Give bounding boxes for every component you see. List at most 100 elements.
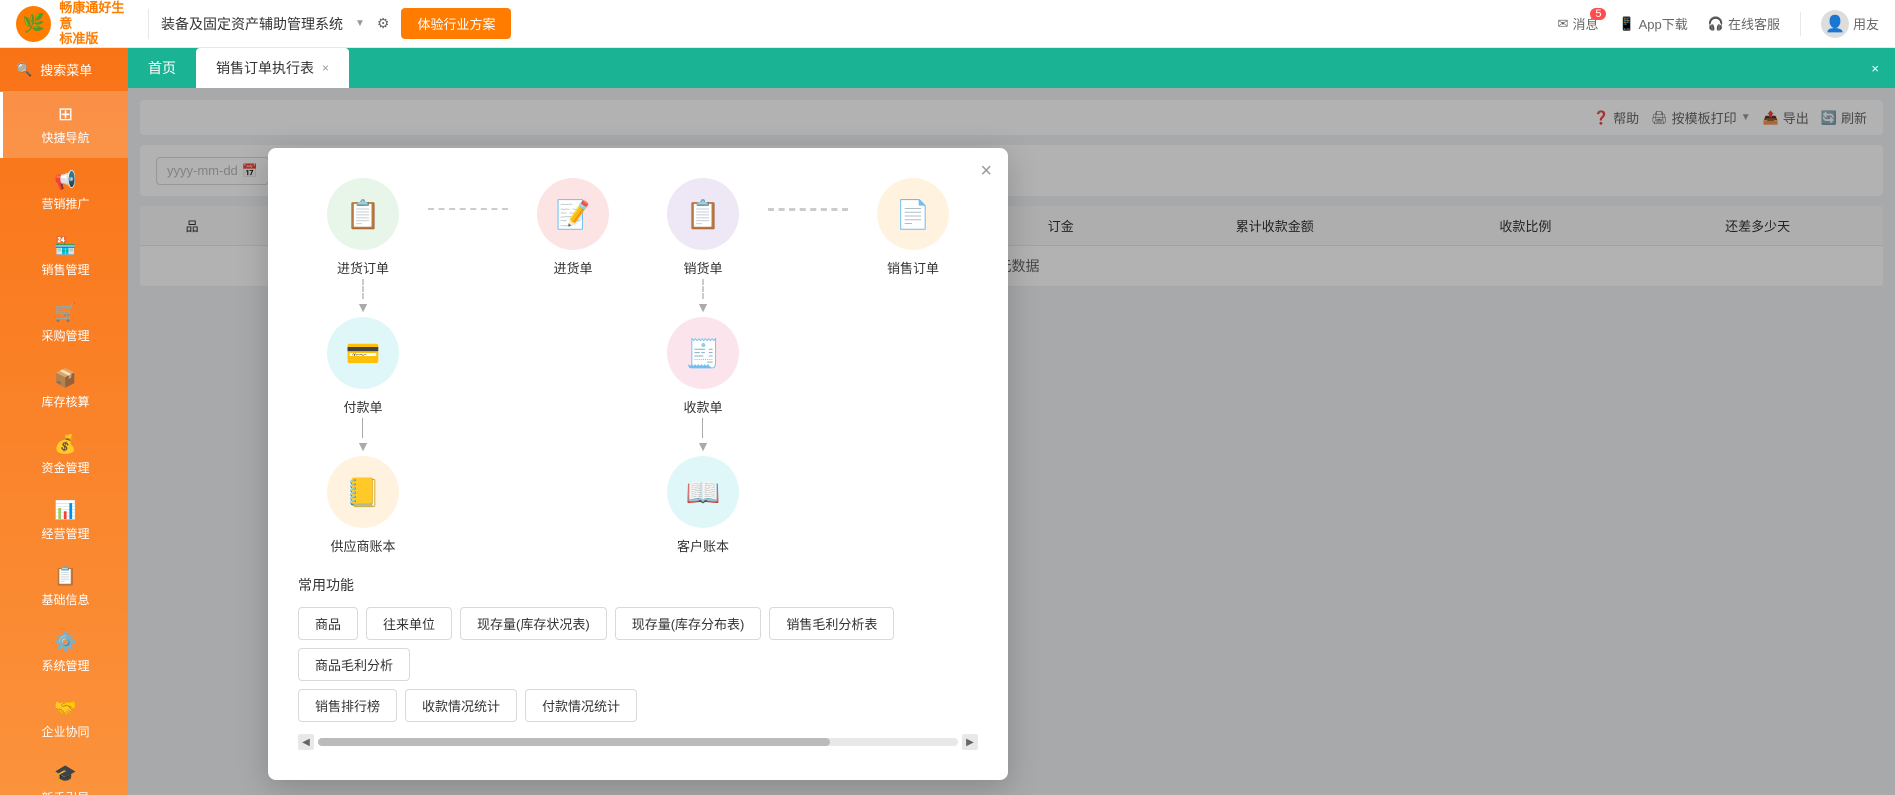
tab-home[interactable]: 首页 xyxy=(128,48,196,88)
down-arrow-4: ▼ xyxy=(696,438,710,454)
close-all-button[interactable]: × xyxy=(1855,61,1895,76)
enterprise-icon: 🤝 xyxy=(54,698,76,719)
online-service-button[interactable]: 🎧 在线客服 xyxy=(1708,14,1780,33)
download-icon: 📱 xyxy=(1618,16,1634,32)
flow-node-purchase-order[interactable]: 📋 进货订单 xyxy=(298,178,428,277)
scroll-thumb xyxy=(318,738,830,746)
sidebar-item-operation[interactable]: 📊 经营管理 xyxy=(0,488,128,554)
func-btn-payment-stat[interactable]: 付款情况统计 xyxy=(525,689,637,722)
message-icon: ✉ xyxy=(1558,16,1569,32)
content-area: 首页 销售订单执行表 × × ❓ 帮助 🖨 xyxy=(128,48,1895,795)
sidebar-item-finance[interactable]: 💰 资金管理 xyxy=(0,422,128,488)
sidebar-item-sales[interactable]: 🏪 销售管理 xyxy=(0,224,128,290)
flow-node-sales-order[interactable]: 📄 销售订单 xyxy=(848,178,978,277)
payment-label: 付款单 xyxy=(343,397,382,416)
supplier-icon: 📒 xyxy=(327,456,399,528)
message-badge: 5 xyxy=(1590,8,1606,20)
common-functions-section: 常用功能 商品 往来单位 现存量(库存状况表) 现存量(库存分布表) 销售毛利分… xyxy=(298,575,978,722)
trial-button[interactable]: 体验行业方案 xyxy=(401,8,511,39)
func-btn-stock-dist[interactable]: 现存量(库存分布表) xyxy=(615,607,762,640)
sidebar-item-basic[interactable]: 📋 基础信息 xyxy=(0,554,128,620)
sidebar-item-marketing[interactable]: 📢 营销推广 xyxy=(0,158,128,224)
marketing-icon: 📢 xyxy=(54,170,76,191)
supplier-label: 供应商账本 xyxy=(330,536,395,555)
sales-bill-icon: 📋 xyxy=(667,178,739,250)
purchase-order-label: 进货订单 xyxy=(337,258,389,277)
sales-bill-label: 销货单 xyxy=(683,258,722,277)
search-menu-button[interactable]: 🔍 搜索菜单 xyxy=(0,48,128,92)
down-arrow-1: ▼ xyxy=(356,299,370,315)
modal-overlay[interactable]: × 📋 进货订单 xyxy=(128,88,1895,795)
down-arrow-3: ▼ xyxy=(356,438,370,454)
receipt-label: 收款单 xyxy=(683,397,722,416)
sidebar-item-inventory[interactable]: 📦 库存核算 xyxy=(0,356,128,422)
sidebar-item-purchase[interactable]: 🛒 采购管理 xyxy=(0,290,128,356)
h-arrow-1 xyxy=(428,208,508,210)
func-btn-sales-gross[interactable]: 销售毛利分析表 xyxy=(769,607,894,640)
down-arrow-2: ▼ xyxy=(696,299,710,315)
tab-sales-exec[interactable]: 销售订单执行表 × xyxy=(196,48,349,88)
flow-node-sales-bill[interactable]: 📋 销货单 xyxy=(638,178,768,277)
scroll-track[interactable] xyxy=(318,738,958,746)
func-btn-stock-status[interactable]: 现存量(库存状况表) xyxy=(460,607,607,640)
sales-order-icon: 📄 xyxy=(877,178,949,250)
purchase-bill-icon: 📝 xyxy=(537,178,609,250)
sidebar-item-system[interactable]: ⚙️ 系统管理 xyxy=(0,620,128,686)
flow-node-supplier[interactable]: 📒 供应商账本 xyxy=(298,456,428,555)
flow-node-payment[interactable]: 💳 付款单 xyxy=(298,317,428,416)
finance-icon: 💰 xyxy=(54,434,76,455)
settings-icon[interactable]: ⚙ xyxy=(377,15,390,32)
user-name: 用友 xyxy=(1853,14,1879,33)
modal-scrollbar[interactable]: ◀ ▶ xyxy=(298,734,978,750)
sales-order-label: 销售订单 xyxy=(887,258,939,277)
function-buttons-row2: 销售排行榜 收款情况统计 付款情况统计 xyxy=(298,689,978,722)
operation-icon: 📊 xyxy=(54,500,76,521)
sidebar: 🔍 搜索菜单 ⊞ 快捷导航 📢 营销推广 🏪 销售管理 🛒 采购管理 📦 xyxy=(0,48,128,795)
purchase-bill-label: 进货单 xyxy=(553,258,592,277)
customer-label: 客户账本 xyxy=(677,536,729,555)
func-btn-product[interactable]: 商品 xyxy=(298,607,358,640)
system-title: 装备及固定资产辅助管理系统 xyxy=(161,14,343,34)
quick-nav-modal: × 📋 进货订单 xyxy=(268,148,1008,780)
func-btn-receipt-stat[interactable]: 收款情况统计 xyxy=(405,689,517,722)
func-btn-sales-rank[interactable]: 销售排行榜 xyxy=(298,689,397,722)
system-title-dropdown[interactable]: ▼ xyxy=(355,18,365,29)
tab-close-icon[interactable]: × xyxy=(322,61,329,75)
sidebar-item-quick-nav[interactable]: ⊞ 快捷导航 xyxy=(0,92,128,158)
app-download-button[interactable]: 📱 App下载 xyxy=(1618,14,1687,33)
page-content: ❓ 帮助 🖨 按模板打印 ▼ 📤 导出 🔄 刷新 xyxy=(128,88,1895,795)
modal-close-button[interactable]: × xyxy=(980,160,992,183)
logo-icon: 🌿 xyxy=(16,6,51,42)
flow-node-receipt[interactable]: 🧾 收款单 xyxy=(638,317,768,416)
logo-text: 畅康通好生意 标准版 xyxy=(59,0,136,47)
func-btn-counterpart[interactable]: 往来单位 xyxy=(366,607,452,640)
receipt-icon: 🧾 xyxy=(667,317,739,389)
sidebar-item-guide[interactable]: 🎓 新手引导 xyxy=(0,752,128,795)
logo: 🌿 畅康通好生意 标准版 xyxy=(16,0,136,47)
purchase-icon: 🛒 xyxy=(54,302,76,323)
scroll-right-btn[interactable]: ▶ xyxy=(962,734,978,750)
flow-node-customer[interactable]: 📖 客户账本 xyxy=(638,456,768,555)
flow-node-purchase-bill[interactable]: 📝 进货单 xyxy=(508,178,638,277)
payment-icon: 💳 xyxy=(327,317,399,389)
tab-bar: 首页 销售订单执行表 × × xyxy=(128,48,1895,88)
top-right-actions: ✉ 消息 5 📱 App下载 🎧 在线客服 👤 用友 xyxy=(1558,10,1879,38)
inventory-icon: 📦 xyxy=(54,368,76,389)
basic-icon: 📋 xyxy=(54,566,76,587)
purchase-order-icon: 📋 xyxy=(327,178,399,250)
func-btn-product-gross[interactable]: 商品毛利分析 xyxy=(298,648,410,681)
quick-nav-icon: ⊞ xyxy=(58,104,73,125)
system-icon: ⚙️ xyxy=(54,632,76,653)
search-icon: 🔍 xyxy=(16,62,32,78)
sales-icon: 🏪 xyxy=(54,236,76,257)
headset-icon: 🎧 xyxy=(1708,16,1724,32)
avatar: 👤 xyxy=(1821,10,1849,38)
scroll-left-btn[interactable]: ◀ xyxy=(298,734,314,750)
message-button[interactable]: ✉ 消息 5 xyxy=(1558,14,1599,33)
function-buttons-row1: 商品 往来单位 现存量(库存状况表) 现存量(库存分布表) 销售毛利分析表 商品… xyxy=(298,607,978,681)
user-menu[interactable]: 👤 用友 xyxy=(1821,10,1879,38)
customer-icon: 📖 xyxy=(667,456,739,528)
guide-icon: 🎓 xyxy=(54,764,76,785)
sidebar-item-enterprise[interactable]: 🤝 企业协同 xyxy=(0,686,128,752)
h-arrow-2 xyxy=(768,208,848,210)
